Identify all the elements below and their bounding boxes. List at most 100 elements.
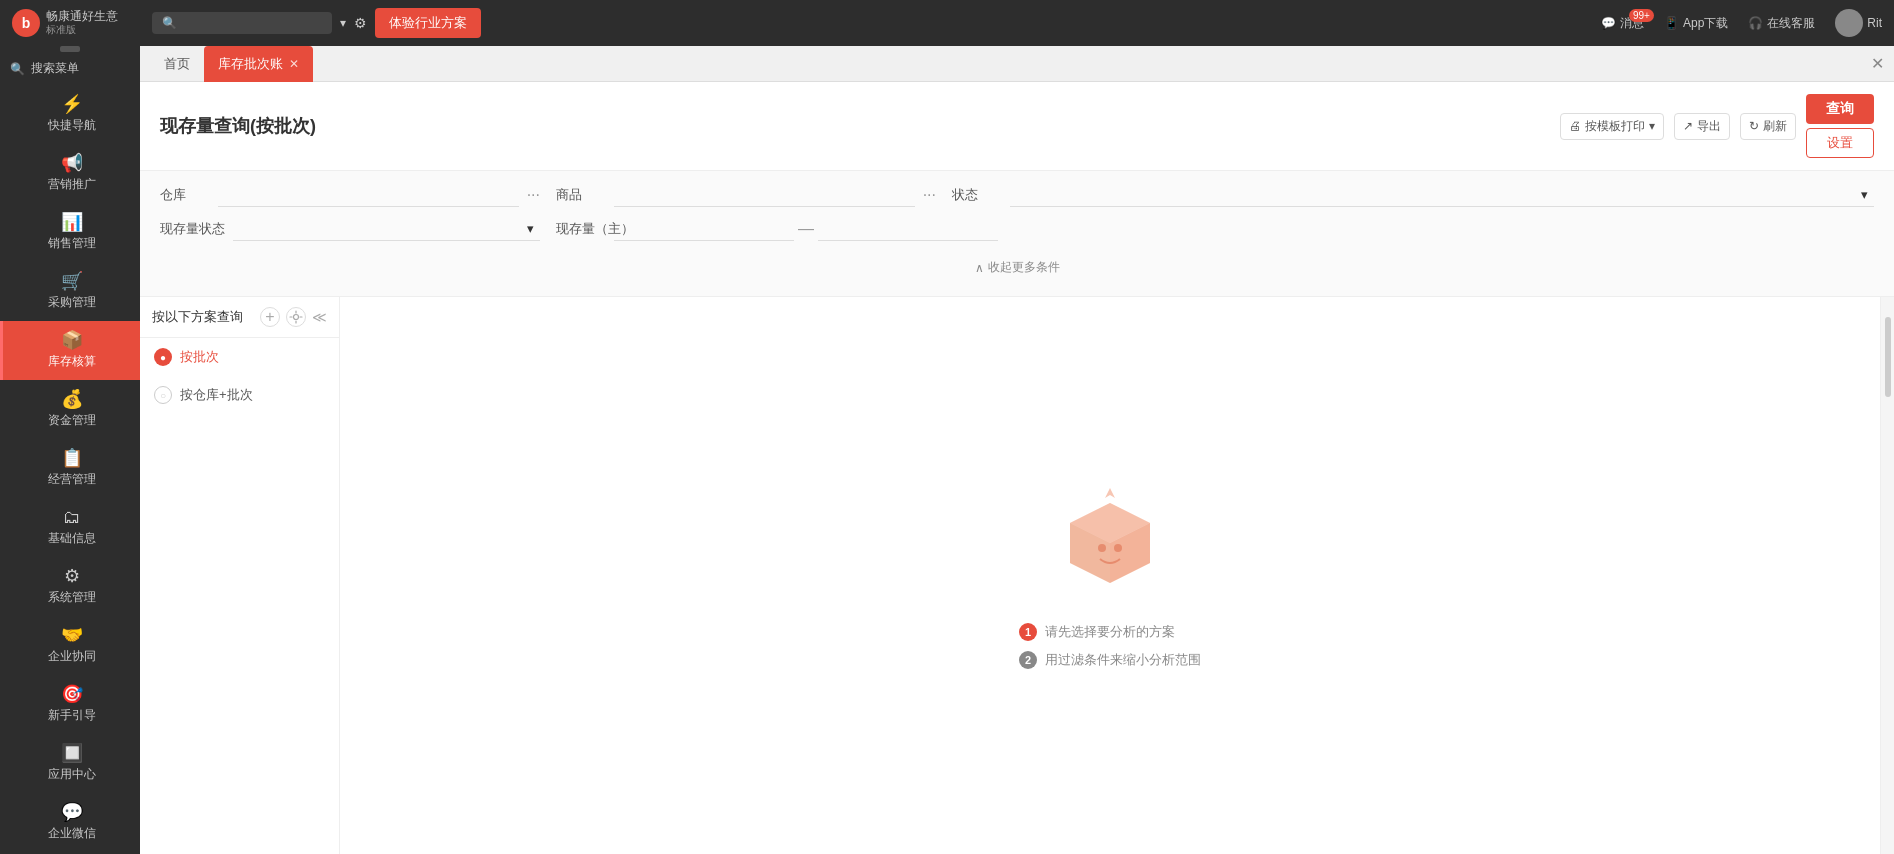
search-icon: 🔍 <box>162 16 177 30</box>
user-avatar-area[interactable]: Rit <box>1835 9 1882 37</box>
product-input[interactable] <box>614 183 915 207</box>
product-more-icon[interactable]: ··· <box>923 186 936 204</box>
tab-bar: 首页 库存批次账 ✕ ✕ <box>140 46 1894 82</box>
status-dropdown-icon: ▾ <box>1861 187 1868 202</box>
finance-icon: 💰 <box>61 390 83 408</box>
topbar-right: 💬 消息 99+ 📱 App下载 🎧 在线客服 Rit <box>1601 9 1882 37</box>
tab-inventory-batch-label: 库存批次账 <box>218 55 283 73</box>
sidebar-label: 经营管理 <box>48 471 96 488</box>
right-scrollbar[interactable] <box>1880 297 1894 854</box>
online-service-button[interactable]: 🎧 在线客服 <box>1748 15 1815 32</box>
status-filter: 状态 ▾ <box>952 183 1874 207</box>
operation-icon: 📋 <box>61 449 83 467</box>
messages-button[interactable]: 💬 消息 99+ <box>1601 15 1644 32</box>
filter-row-2: 现存量状态 ▾ 现存量（主） — <box>160 217 1874 241</box>
product-label: 商品 <box>556 186 606 204</box>
collapse-more-btn[interactable]: ∧ 收起更多条件 <box>160 251 1874 284</box>
experience-button[interactable]: 体验行业方案 <box>375 8 481 38</box>
inventory-status-dropdown-icon: ▾ <box>527 221 534 236</box>
sidebar-label: 营销推广 <box>48 176 96 193</box>
sidebar-label: 新手引导 <box>48 707 96 724</box>
sidebar-item-system[interactable]: ⚙ 系统管理 <box>0 557 140 616</box>
warehouse-more-icon[interactable]: ··· <box>527 186 540 204</box>
sidebar-label: 库存核算 <box>48 353 96 370</box>
content-area: 首页 库存批次账 ✕ ✕ 现存量查询(按批次) 🖨 按模板打印 ▾ <box>140 46 1894 854</box>
sidebar-item-guide[interactable]: 🎯 新手引导 <box>0 675 140 734</box>
scheme-settings-btn[interactable] <box>286 307 306 327</box>
empty-tips: 1 请先选择要分析的方案 2 用过滤条件来缩小分析范围 <box>1019 623 1201 669</box>
body-layout: 按以下方案查询 + ≪ ● 按批次 <box>140 297 1894 854</box>
refresh-icon: ↻ <box>1749 119 1759 133</box>
topbar: b 畅康通好生意 标准版 🔍 ▾ ⚙ 体验行业方案 💬 消息 99+ 📱 App… <box>0 0 1894 46</box>
data-area: 1 请先选择要分析的方案 2 用过滤条件来缩小分析范围 <box>340 297 1880 854</box>
sidebar-item-basic[interactable]: 🗂 基础信息 <box>0 498 140 557</box>
sidebar-label: 采购管理 <box>48 294 96 311</box>
quick-nav-icon: ⚡ <box>61 95 83 113</box>
sidebar-item-quick-nav[interactable]: ⚡ 快捷导航 <box>0 85 140 144</box>
sidebar-item-enterprise[interactable]: 🤝 企业协同 <box>0 616 140 675</box>
settings-button[interactable]: 设置 <box>1806 128 1874 158</box>
close-all-tabs-btn[interactable]: ✕ <box>1871 54 1884 73</box>
range-separator: — <box>798 220 814 238</box>
topbar-dropdown-btn[interactable]: ▾ <box>340 16 346 30</box>
tab-inventory-batch[interactable]: 库存批次账 ✕ <box>204 46 313 82</box>
scheme-panel-title: 按以下方案查询 <box>152 308 254 326</box>
scheme-item-by-batch[interactable]: ● 按批次 <box>140 338 339 376</box>
tab-home[interactable]: 首页 <box>150 46 204 82</box>
sidebar-item-wechat[interactable]: 💬 企业微信 <box>0 793 140 852</box>
collapse-arrow-icon: ∧ <box>975 261 984 275</box>
status-select[interactable]: ▾ <box>1010 183 1874 207</box>
sidebar-item-apps[interactable]: 🔲 应用中心 <box>0 734 140 793</box>
sidebar-label: 企业协同 <box>48 648 96 665</box>
query-settings-group: 查询 设置 <box>1806 94 1874 158</box>
page-actions: 🖨 按模板打印 ▾ ↗ 导出 ↻ 刷新 查询 设置 <box>1560 94 1874 158</box>
collapse-label: 收起更多条件 <box>988 259 1060 276</box>
sidebar-item-purchase[interactable]: 🛒 采购管理 <box>0 262 140 321</box>
message-icon: 💬 <box>1601 16 1616 30</box>
sidebar-search[interactable]: 🔍 搜索菜单 <box>0 52 140 85</box>
product-filter: 商品 ··· <box>556 183 936 207</box>
empty-state: 1 请先选择要分析的方案 2 用过滤条件来缩小分析范围 <box>340 297 1880 854</box>
basic-icon: 🗂 <box>63 508 81 526</box>
topbar-center: 🔍 ▾ ⚙ 体验行业方案 <box>152 8 1601 38</box>
tip-text-1: 请先选择要分析的方案 <box>1045 623 1175 641</box>
warehouse-input[interactable] <box>218 183 519 207</box>
refresh-button[interactable]: ↻ 刷新 <box>1740 113 1796 140</box>
user-name: Rit <box>1867 16 1882 30</box>
sidebar: 🔍 搜索菜单 ⚡ 快捷导航 📢 营销推广 📊 销售管理 🛒 采购管理 📦 库存核… <box>0 46 140 854</box>
scheme-add-btn[interactable]: + <box>260 307 280 327</box>
query-button[interactable]: 查询 <box>1806 94 1874 124</box>
print-button[interactable]: 🖨 按模板打印 ▾ <box>1560 113 1664 140</box>
scheme-collapse-icon[interactable]: ≪ <box>312 309 327 325</box>
tip-text-2: 用过滤条件来缩小分析范围 <box>1045 651 1201 669</box>
print-dropdown-icon: ▾ <box>1649 119 1655 133</box>
sidebar-label: 系统管理 <box>48 589 96 606</box>
sidebar-item-sales[interactable]: 📊 销售管理 <box>0 203 140 262</box>
sidebar-item-operation[interactable]: 📋 经营管理 <box>0 439 140 498</box>
scheme-item-by-warehouse-batch[interactable]: ○ 按仓库+批次 <box>140 376 339 414</box>
sidebar-search-label: 搜索菜单 <box>31 60 79 77</box>
inventory-main-from[interactable] <box>614 217 794 241</box>
export-icon: ↗ <box>1683 119 1693 133</box>
page-header: 现存量查询(按批次) 🖨 按模板打印 ▾ ↗ 导出 ↻ 刷新 <box>140 82 1894 171</box>
topbar-gear-btn[interactable]: ⚙ <box>354 15 367 31</box>
page-content: 现存量查询(按批次) 🖨 按模板打印 ▾ ↗ 导出 ↻ 刷新 <box>140 82 1894 854</box>
sidebar-item-inventory[interactable]: 📦 库存核算 <box>0 321 140 380</box>
headset-icon: 🎧 <box>1748 16 1763 30</box>
tab-bar-right: ✕ <box>1871 54 1884 73</box>
export-button[interactable]: ↗ 导出 <box>1674 113 1730 140</box>
sidebar-item-finance[interactable]: 💰 资金管理 <box>0 380 140 439</box>
tip-number-2: 2 <box>1019 651 1037 669</box>
empty-tip-2: 2 用过滤条件来缩小分析范围 <box>1019 651 1201 669</box>
inventory-status-select[interactable]: ▾ <box>233 217 540 241</box>
topbar-search-bar[interactable]: 🔍 <box>152 12 332 34</box>
inventory-main-to[interactable] <box>818 217 998 241</box>
tip-number-1: 1 <box>1019 623 1037 641</box>
inventory-main-filter: 现存量（主） — <box>556 217 936 241</box>
app-download-button[interactable]: 📱 App下载 <box>1664 15 1728 32</box>
tab-close-icon[interactable]: ✕ <box>289 57 299 71</box>
scheme-item-label: 按批次 <box>180 348 219 366</box>
tab-home-label: 首页 <box>164 55 190 73</box>
sidebar-item-marketing[interactable]: 📢 营销推广 <box>0 144 140 203</box>
warehouse-filter: 仓库 ··· <box>160 183 540 207</box>
